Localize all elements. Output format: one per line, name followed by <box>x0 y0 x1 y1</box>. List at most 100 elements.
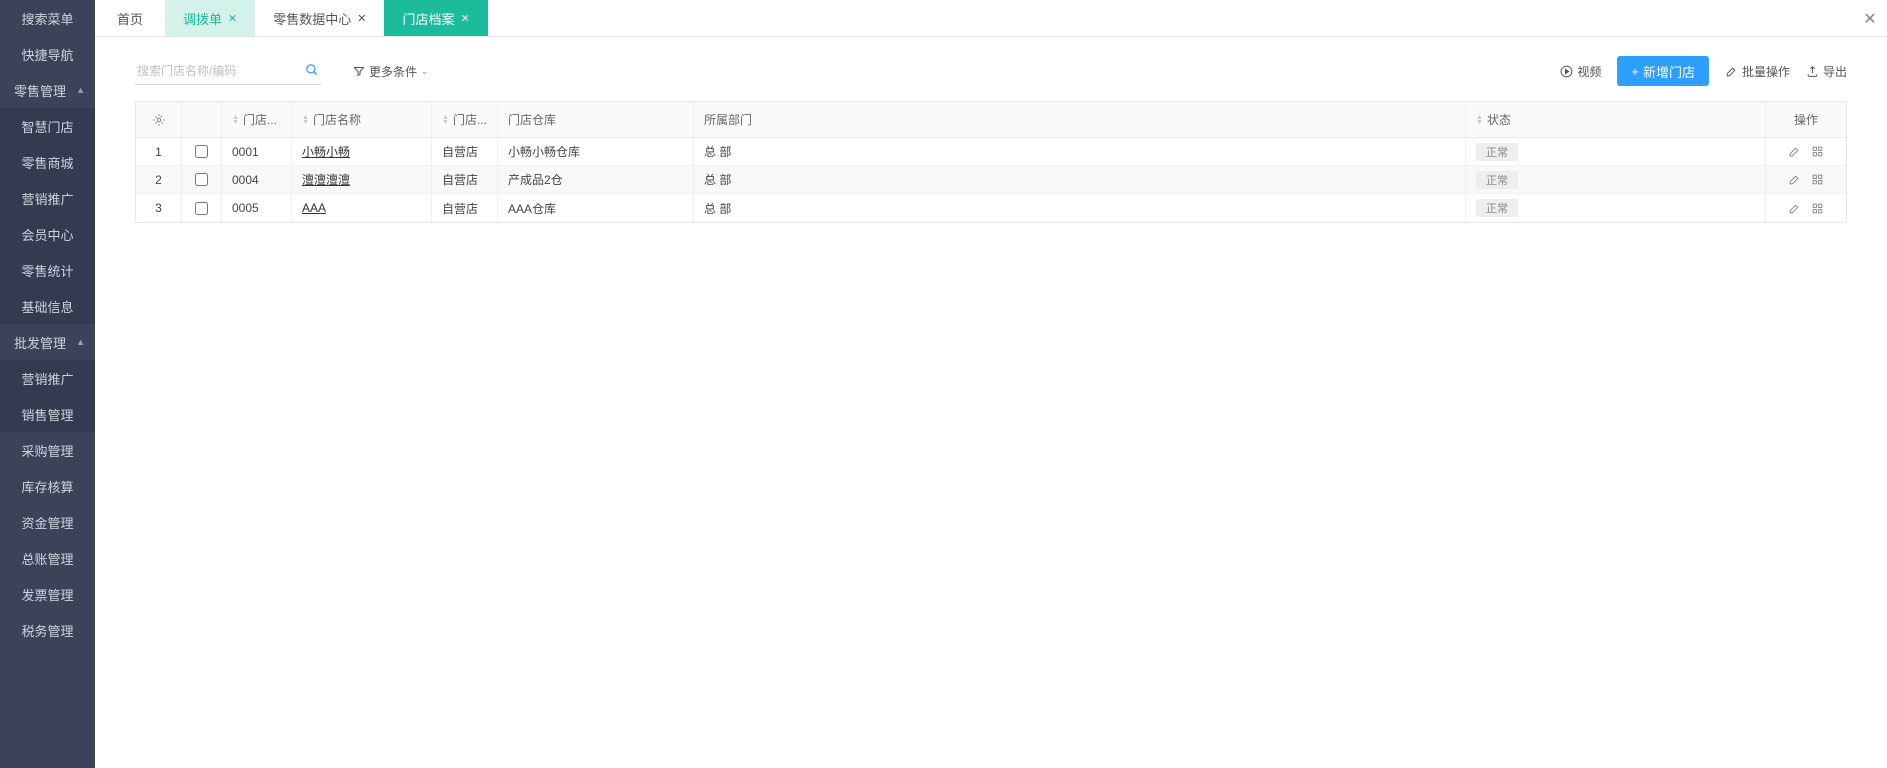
row-checkbox[interactable] <box>195 202 208 215</box>
status-badge: 正常 <box>1476 199 1518 217</box>
store-name-link[interactable]: AAA <box>302 201 326 215</box>
sidebar: 搜索菜单 快捷导航 零售管理 ▲ 智慧门店 零售商城 营销推广 会员中心 零售统… <box>0 0 95 768</box>
edit-row-button[interactable] <box>1788 202 1801 215</box>
column-name[interactable]: ▲▼ 门店名称 <box>292 102 432 137</box>
tab-home[interactable]: 首页 <box>95 0 165 36</box>
column-dept[interactable]: 所属部门 <box>694 102 1466 137</box>
cell-name: AAA <box>292 194 432 222</box>
sidebar-item-ledger[interactable]: 总账管理 <box>0 540 95 576</box>
cell-checkbox <box>182 166 222 193</box>
column-name-label: 门店名称 <box>313 111 361 128</box>
close-all-tabs-button[interactable]: ✕ <box>1853 0 1887 37</box>
sidebar-item-purchase[interactable]: 采购管理 <box>0 432 95 468</box>
main: 首页 调拨单 ✕ 零售数据中心 ✕ 门店档案 ✕ ✕ <box>95 0 1887 768</box>
sidebar-item-tax[interactable]: 税务管理 <box>0 612 95 648</box>
cell-name: 小畅小畅 <box>292 138 432 165</box>
tab-label: 零售数据中心 <box>273 9 351 28</box>
plus-icon: + <box>1631 64 1639 79</box>
table-row: 30005AAA自营店AAA仓库总 部正常 <box>136 194 1846 222</box>
cell-ops <box>1766 138 1846 165</box>
edit-row-button[interactable] <box>1788 173 1801 186</box>
sidebar-item-funds[interactable]: 资金管理 <box>0 504 95 540</box>
tab-transfer-order[interactable]: 调拨单 ✕ <box>165 0 255 36</box>
table-header: ▲▼ 门店... ▲▼ 门店名称 ▲▼ 门店... 门店仓库 <box>136 102 1846 138</box>
store-name-link[interactable]: 澶澶澶澶 <box>302 171 350 188</box>
cell-status: 正常 <box>1466 194 1766 222</box>
sidebar-item-inventory[interactable]: 库存核算 <box>0 468 95 504</box>
cell-code: 0005 <box>222 194 292 222</box>
column-settings[interactable] <box>136 102 182 137</box>
sidebar-group-label: 零售管理 <box>14 81 66 100</box>
column-checkbox <box>182 102 222 137</box>
toolbar-right: 视频 + 新增门店 批量操作 <box>1560 56 1847 86</box>
search-icon[interactable] <box>305 63 319 77</box>
tab-retail-data-center[interactable]: 零售数据中心 ✕ <box>255 0 384 36</box>
column-ops: 操作 <box>1766 102 1846 137</box>
cell-name: 澶澶澶澶 <box>292 166 432 193</box>
column-code[interactable]: ▲▼ 门店... <box>222 102 292 137</box>
cell-index: 1 <box>136 138 182 165</box>
store-table: ▲▼ 门店... ▲▼ 门店名称 ▲▼ 门店... 门店仓库 <box>135 101 1847 223</box>
column-dept-label: 所属部门 <box>704 111 752 128</box>
filter-icon <box>353 65 365 77</box>
export-button[interactable]: 导出 <box>1806 63 1847 80</box>
sidebar-search-menu[interactable]: 搜索菜单 <box>0 0 95 36</box>
column-warehouse[interactable]: 门店仓库 <box>498 102 694 137</box>
sidebar-item-marketing[interactable]: 营销推广 <box>0 180 95 216</box>
tab-label: 调拨单 <box>183 9 222 28</box>
edit-row-button[interactable] <box>1788 145 1801 158</box>
sidebar-item-retail-stats[interactable]: 零售统计 <box>0 252 95 288</box>
more-conditions-button[interactable]: 更多条件 ⌄ <box>353 63 429 80</box>
close-icon[interactable]: ✕ <box>461 12 470 25</box>
new-store-button[interactable]: + 新增门店 <box>1617 56 1709 86</box>
cell-warehouse: AAA仓库 <box>498 194 694 222</box>
sidebar-item-member[interactable]: 会员中心 <box>0 216 95 252</box>
cell-index: 2 <box>136 166 182 193</box>
cell-dept: 总 部 <box>694 166 1466 193</box>
cell-ops <box>1766 194 1846 222</box>
cell-checkbox <box>182 138 222 165</box>
caret-up-icon: ▲ <box>76 85 85 95</box>
cell-index: 3 <box>136 194 182 222</box>
column-status[interactable]: ▲▼ 状态 <box>1466 102 1766 137</box>
sidebar-item-smart-store[interactable]: 智慧门店 <box>0 108 95 144</box>
play-icon <box>1560 65 1573 78</box>
sidebar-group-wholesale[interactable]: 批发管理 ▲ <box>0 324 95 360</box>
cell-code: 0004 <box>222 166 292 193</box>
row-checkbox[interactable] <box>195 173 208 186</box>
sidebar-group-label: 批发管理 <box>14 333 66 352</box>
sidebar-item-sales-mgmt[interactable]: 销售管理 <box>0 396 95 432</box>
sidebar-item-basic-info[interactable]: 基础信息 <box>0 288 95 324</box>
video-button[interactable]: 视频 <box>1560 63 1601 80</box>
close-icon[interactable]: ✕ <box>357 12 366 25</box>
gear-icon <box>152 113 166 127</box>
cell-code: 0001 <box>222 138 292 165</box>
batch-ops-label: 批量操作 <box>1742 63 1790 80</box>
sidebar-item-invoice[interactable]: 发票管理 <box>0 576 95 612</box>
more-row-button[interactable] <box>1811 202 1824 215</box>
row-checkbox[interactable] <box>195 145 208 158</box>
sort-icon: ▲▼ <box>302 115 309 125</box>
sidebar-item-marketing-2[interactable]: 营销推广 <box>0 360 95 396</box>
edit-icon <box>1725 65 1738 78</box>
search-input[interactable] <box>135 57 321 85</box>
table-row: 10001小畅小畅自营店小畅小畅仓库总 部正常 <box>136 138 1846 166</box>
tab-store-archive[interactable]: 门店档案 ✕ <box>384 0 487 36</box>
column-type-label: 门店... <box>453 111 487 128</box>
column-type[interactable]: ▲▼ 门店... <box>432 102 498 137</box>
sidebar-quick-nav[interactable]: 快捷导航 <box>0 36 95 72</box>
status-badge: 正常 <box>1476 143 1518 161</box>
sidebar-group-retail[interactable]: 零售管理 ▲ <box>0 72 95 108</box>
export-icon <box>1806 65 1819 78</box>
cell-type: 自营店 <box>432 194 498 222</box>
close-icon[interactable]: ✕ <box>228 12 237 25</box>
batch-ops-button[interactable]: 批量操作 <box>1725 63 1790 80</box>
store-name-link[interactable]: 小畅小畅 <box>302 143 350 160</box>
more-row-button[interactable] <box>1811 173 1824 186</box>
content-area: 更多条件 ⌄ 视频 + 新增门店 <box>95 37 1887 768</box>
more-row-button[interactable] <box>1811 145 1824 158</box>
column-status-label: 状态 <box>1487 111 1511 128</box>
column-warehouse-label: 门店仓库 <box>508 111 556 128</box>
sidebar-item-retail-mall[interactable]: 零售商城 <box>0 144 95 180</box>
sort-icon: ▲▼ <box>232 115 239 125</box>
